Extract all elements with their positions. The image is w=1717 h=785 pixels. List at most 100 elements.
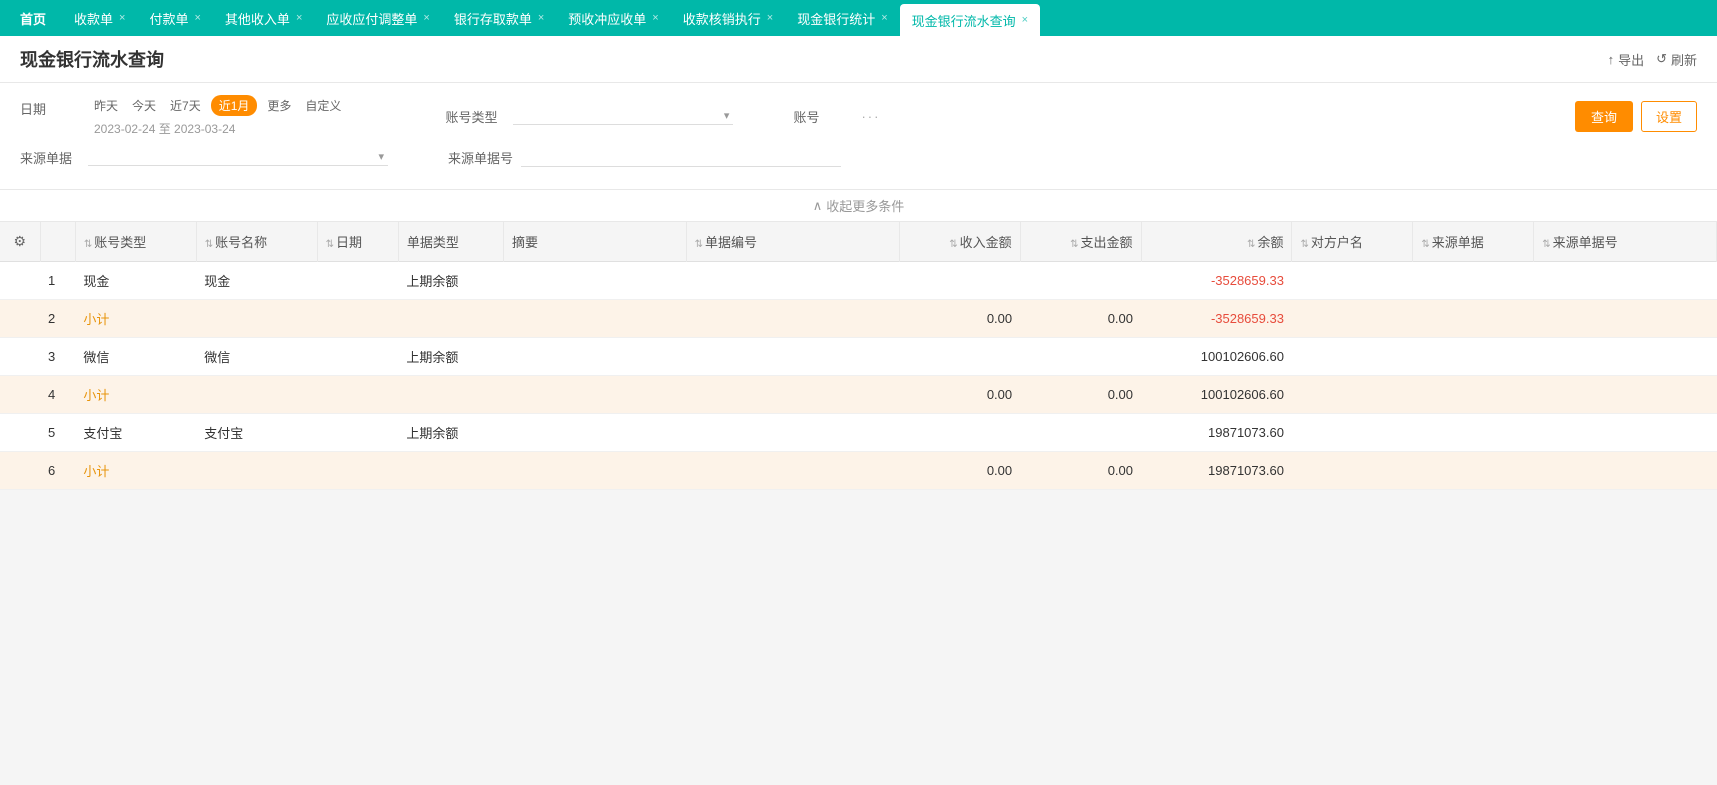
nav-tab-yushouchong[interactable]: 预收冲应收单 × <box>556 0 670 36</box>
column-summary: 摘要 <box>503 222 686 262</box>
right-filter-group: 查询 设置 <box>1575 101 1697 132</box>
date-btn-1month[interactable]: 近1月 <box>211 95 258 116</box>
row-income: 0.00 <box>899 376 1020 414</box>
nav-tab-shoukuandan[interactable]: 收款单 × <box>62 0 137 36</box>
row-account-name <box>196 300 317 338</box>
row-index: 1 <box>40 262 75 300</box>
column-doc-no[interactable]: ⇅单据编号 <box>686 222 899 262</box>
query-button[interactable]: 查询 <box>1575 101 1633 132</box>
row-expense: 0.00 <box>1020 452 1141 490</box>
row-doc-type <box>398 300 503 338</box>
account-type-select[interactable]: ▾ <box>513 107 733 125</box>
column-balance[interactable]: ⇅余额 <box>1141 222 1292 262</box>
column-source-doc[interactable]: ⇅来源单据 <box>1413 222 1534 262</box>
close-icon[interactable]: × <box>767 12 773 24</box>
row-income <box>899 262 1020 300</box>
close-icon[interactable]: × <box>538 12 544 24</box>
date-btn-today[interactable]: 今天 <box>128 95 160 116</box>
row-balance: -3528659.33 <box>1141 300 1292 338</box>
row-date <box>317 414 398 452</box>
table-row: 3微信微信上期余额100102606.60 <box>0 338 1717 376</box>
nav-tab-yinhangcunqu[interactable]: 银行存取款单 × <box>442 0 556 36</box>
row-counterpart <box>1292 414 1413 452</box>
nav-tab-shoukuanxiaoxiao[interactable]: 收款核销执行 × <box>671 0 785 36</box>
page-header: 现金银行流水查询 ↑ 导出 ↺ 刷新 <box>0 36 1717 83</box>
row-doc-type: 上期余额 <box>398 414 503 452</box>
account-type-label: 账号类型 <box>445 107 505 126</box>
row-summary <box>503 452 686 490</box>
row-doc-type: 上期余额 <box>398 338 503 376</box>
row-summary <box>503 262 686 300</box>
row-counterpart <box>1292 452 1413 490</box>
row-account-name: 微信 <box>196 338 317 376</box>
column-idx <box>40 222 75 262</box>
table-header-row: ⚙ ⇅账号类型 ⇅账号名称 ⇅日期 单据类型 摘要 ⇅单据编号 ⇅收入金额 ⇅支… <box>0 222 1717 262</box>
row-expense: 0.00 <box>1020 376 1141 414</box>
table-row: 1现金现金上期余额-3528659.33 <box>0 262 1717 300</box>
collapse-bar[interactable]: ∧ 收起更多条件 <box>0 190 1717 222</box>
nav-tab-liushui[interactable]: 现金银行流水查询 × <box>900 4 1040 36</box>
date-filter-label: 日期 <box>20 95 80 118</box>
data-table: ⚙ ⇅账号类型 ⇅账号名称 ⇅日期 单据类型 摘要 ⇅单据编号 ⇅收入金额 ⇅支… <box>0 222 1717 490</box>
nav-tab-qitashouru[interactable]: 其他收入单 × <box>213 0 314 36</box>
date-filter-group: 日期 昨天 今天 近7天 近1月 更多 自定义 2023-02-24 至 202… <box>20 95 345 137</box>
row-gear <box>0 262 40 300</box>
settings-button[interactable]: 设置 <box>1641 101 1697 132</box>
nav-tab-xianjinyinhang-tongji[interactable]: 现金银行统计 × <box>785 0 899 36</box>
date-btn-yesterday[interactable]: 昨天 <box>90 95 122 116</box>
close-icon[interactable]: × <box>1022 14 1028 26</box>
row-source-doc-no <box>1534 414 1717 452</box>
row-gear <box>0 452 40 490</box>
close-icon[interactable]: × <box>423 12 429 24</box>
row-doc-type <box>398 452 503 490</box>
column-account-type[interactable]: ⇅账号类型 <box>75 222 196 262</box>
column-settings-icon[interactable]: ⚙ <box>0 222 40 262</box>
date-btn-custom[interactable]: 自定义 <box>301 95 345 116</box>
row-summary <box>503 414 686 452</box>
close-icon[interactable]: × <box>194 12 200 24</box>
close-icon[interactable]: × <box>119 12 125 24</box>
column-income[interactable]: ⇅收入金额 <box>899 222 1020 262</box>
account-type-filter: 账号类型 ▾ <box>445 107 733 126</box>
filter-area: 日期 昨天 今天 近7天 近1月 更多 自定义 2023-02-24 至 202… <box>0 83 1717 190</box>
column-date[interactable]: ⇅日期 <box>317 222 398 262</box>
row-index: 3 <box>40 338 75 376</box>
date-btn-more[interactable]: 更多 <box>263 95 295 116</box>
row-balance: 19871073.60 <box>1141 414 1292 452</box>
date-btn-7days[interactable]: 近7天 <box>166 95 205 116</box>
close-icon[interactable]: × <box>296 12 302 24</box>
nav-home[interactable]: 首页 <box>4 0 62 36</box>
row-date <box>317 376 398 414</box>
source-doc-filter: 来源单据 ▾ <box>20 148 388 167</box>
row-index: 2 <box>40 300 75 338</box>
row-account-name: 现金 <box>196 262 317 300</box>
row-income: 0.00 <box>899 452 1020 490</box>
row-account-name <box>196 452 317 490</box>
column-expense[interactable]: ⇅支出金额 <box>1020 222 1141 262</box>
source-doc-select[interactable]: ▾ <box>88 148 388 166</box>
source-doc-num-input[interactable] <box>521 147 841 167</box>
row-account-name: 支付宝 <box>196 414 317 452</box>
column-account-name[interactable]: ⇅账号名称 <box>196 222 317 262</box>
column-counterpart[interactable]: ⇅对方户名 <box>1292 222 1413 262</box>
table-row: 6小计0.000.0019871073.60 <box>0 452 1717 490</box>
nav-tab-yingshouyingfu[interactable]: 应收应付调整单 × <box>314 0 441 36</box>
nav-tab-fukuandan[interactable]: 付款单 × <box>137 0 212 36</box>
column-source-doc-no[interactable]: ⇅来源单据号 <box>1534 222 1717 262</box>
row-source-doc <box>1413 338 1534 376</box>
table-row: 2小计0.000.00-3528659.33 <box>0 300 1717 338</box>
column-doc-type: 单据类型 <box>398 222 503 262</box>
account-filter: 账号 ··· <box>793 107 888 126</box>
row-counterpart <box>1292 338 1413 376</box>
close-icon[interactable]: × <box>881 12 887 24</box>
row-date <box>317 452 398 490</box>
row-income: 0.00 <box>899 300 1020 338</box>
dots-icon[interactable]: ··· <box>861 109 880 124</box>
close-icon[interactable]: × <box>652 12 658 24</box>
refresh-button[interactable]: ↺ 刷新 <box>1656 50 1697 69</box>
row-doc-no <box>686 376 899 414</box>
row-doc-no <box>686 262 899 300</box>
filter-row-1: 日期 昨天 今天 近7天 近1月 更多 自定义 2023-02-24 至 202… <box>20 95 1697 137</box>
export-button[interactable]: ↑ 导出 <box>1608 50 1645 69</box>
table-area: ⚙ ⇅账号类型 ⇅账号名称 ⇅日期 单据类型 摘要 ⇅单据编号 ⇅收入金额 ⇅支… <box>0 222 1717 490</box>
